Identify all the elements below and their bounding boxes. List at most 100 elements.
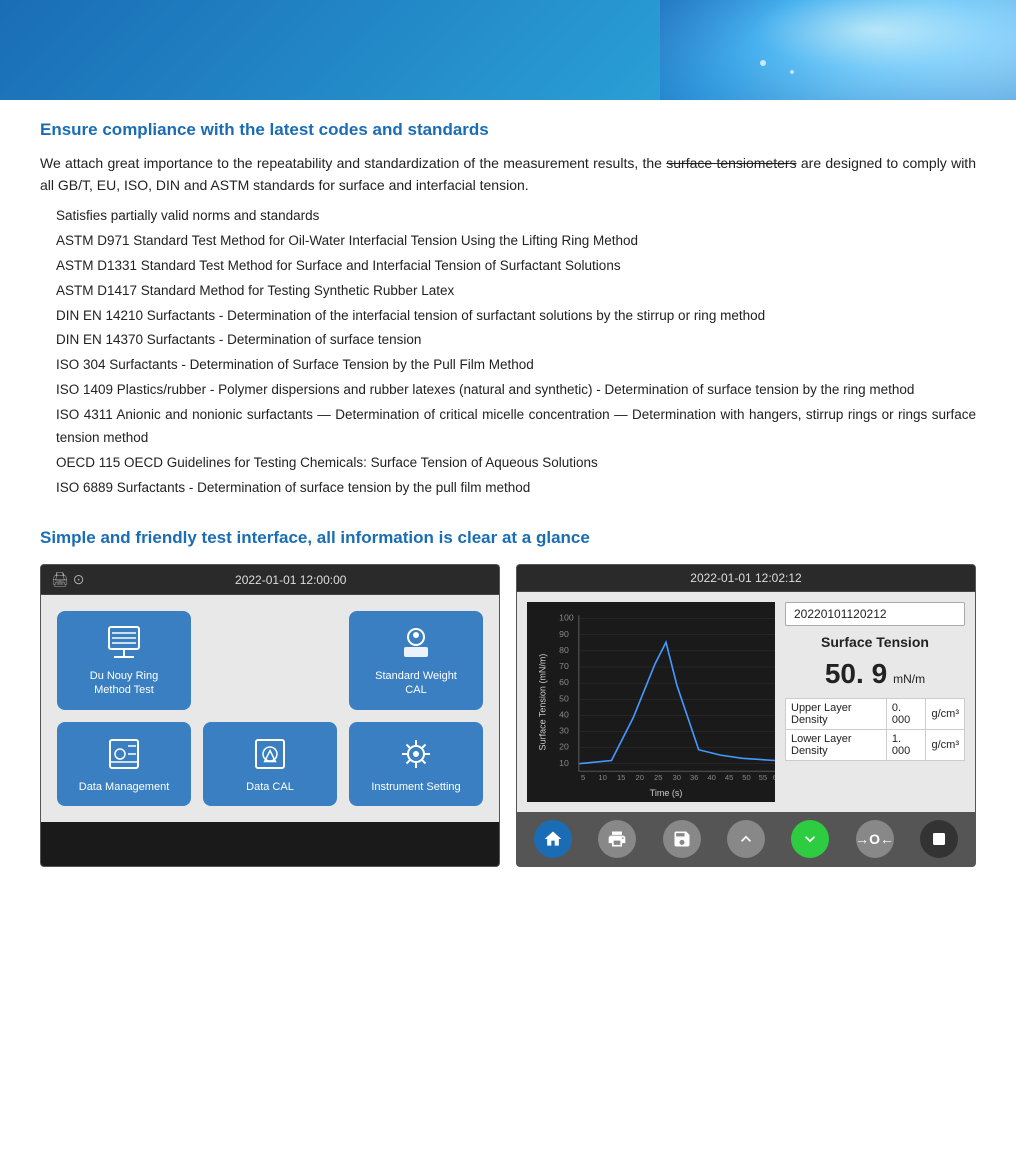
surface-tension-label: Surface Tension [785,634,965,650]
svg-text:70: 70 [559,661,569,671]
standards-list: Satisfies partially valid norms and stan… [40,205,976,500]
svg-text:40: 40 [559,710,569,720]
svg-text:30: 30 [673,773,681,782]
ring-icon [99,623,149,663]
water-bubble-1 [760,60,766,66]
upper-density-unit: g/cm³ [926,699,965,730]
data-cal-label: Data CAL [246,780,294,794]
svg-text:80: 80 [559,645,569,655]
interface-section: Simple and friendly test interface, all … [40,528,976,867]
chart-area: Surface Tension (mN/m) 100 90 80 70 [527,602,775,802]
main-content: Ensure compliance with the latest codes … [0,100,1016,887]
data-management-label: Data Management [79,780,170,794]
partial-valid-note: Satisfies partially valid norms and stan… [56,205,976,228]
du-nouy-label: Du Nouy RingMethod Test [90,669,158,698]
header-image [660,0,1016,100]
lower-density-unit: g/cm³ [926,730,965,761]
y-axis-label: Surface Tension (mN/m) [537,654,547,751]
standard-item-8: ISO 4311 Anionic and nonionic surfactant… [56,404,976,450]
down-arrow-button[interactable] [791,820,829,858]
svg-text:5: 5 [581,773,585,782]
right-panel-header: 2022-01-01 12:02:12 [517,565,975,592]
instrument-icon [391,734,441,774]
density-table: Upper Layer Density 0. 000 g/cm³ Lower L… [785,698,965,761]
right-panel-datetime: 2022-01-01 12:02:12 [527,571,965,585]
svg-text:45: 45 [725,773,733,782]
standard-item-4: DIN EN 14210 Surfactants - Determination… [56,305,976,328]
standard-item-1: ASTM D971 Standard Test Method for Oil-W… [56,230,976,253]
print-button[interactable] [598,820,636,858]
upper-density-value: 0. 000 [886,699,926,730]
printer-icon[interactable]: 🖨 [51,571,69,588]
interface-panels: 🖨 ⊙ 2022-01-01 12:00:00 [40,564,976,867]
upper-density-row: Upper Layer Density 0. 000 g/cm³ [786,699,965,730]
left-panel: 🖨 ⊙ 2022-01-01 12:00:00 [40,564,500,867]
compliance-title: Ensure compliance with the latest codes … [40,120,976,140]
empty-slot [203,611,337,710]
svg-text:36: 36 [690,773,698,782]
svg-text:10: 10 [559,758,569,768]
cloud-icon[interactable]: ⊙ [73,571,85,588]
svg-text:90: 90 [559,629,569,639]
header-banner [0,0,1016,100]
intro-paragraph: We attach great importance to the repeat… [40,152,976,197]
standard-item-6: ISO 304 Surfactants - Determination of S… [56,354,976,377]
left-panel-header: 🖨 ⊙ 2022-01-01 12:00:00 [41,565,499,595]
right-info-panel: 20220101120212 Surface Tension 50. 9 mN/… [785,602,965,802]
standard-item-9: OECD 115 OECD Guidelines for Testing Che… [56,452,976,475]
svg-text:15: 15 [617,773,625,782]
stop-button[interactable] [920,820,958,858]
compliance-section: Ensure compliance with the latest codes … [40,120,976,500]
data-cal-icon: △ [245,734,295,774]
tension-value-row: 50. 9 mN/m [785,658,965,690]
svg-text:10: 10 [598,773,606,782]
svg-text:20: 20 [635,773,643,782]
svg-text:50: 50 [742,773,750,782]
weight-icon [391,623,441,663]
right-panel-nav: →O← [517,812,975,866]
tension-unit: mN/m [893,672,925,686]
lower-density-row: Lower Layer Density 1. 000 g/cm³ [786,730,965,761]
instrument-setting-label: Instrument Setting [371,780,460,794]
y-axis-label-container: Surface Tension (mN/m) [527,602,557,802]
left-panel-icons: 🖨 ⊙ [51,571,85,588]
lower-density-label: Lower Layer Density [786,730,887,761]
svg-text:50: 50 [559,693,569,703]
svg-text:60: 60 [559,677,569,687]
svg-text:30: 30 [559,726,569,736]
svg-text:25: 25 [654,773,662,782]
home-button[interactable] [534,820,572,858]
chart-canvas: 100 90 80 70 60 50 40 30 20 10 [557,610,775,782]
up-arrow-button[interactable] [727,820,765,858]
standard-item-10: ISO 6889 Surfactants - Determination of … [56,477,976,500]
header-blue-bar [0,0,660,100]
standard-weight-button[interactable]: Standard WeightCAL [349,611,483,710]
data-management-button[interactable]: Data Management [57,722,191,806]
standard-item-5: DIN EN 14370 Surfactants - Determination… [56,329,976,352]
left-panel-datetime: 2022-01-01 12:00:00 [93,573,489,587]
upper-density-label: Upper Layer Density [786,699,887,730]
instrument-setting-button[interactable]: Instrument Setting [349,722,483,806]
surface-text: surface tensiometers [666,155,796,171]
svg-text:40: 40 [707,773,715,782]
file-id: 20220101120212 [785,602,965,626]
x-axis-label: Time (s) [557,788,775,798]
lower-density-value: 1. 000 [886,730,926,761]
svg-text:55: 55 [759,773,767,782]
water-bubble-2 [790,70,794,74]
export-button[interactable]: →O← [856,820,894,858]
svg-text:100: 100 [559,613,574,623]
standard-item-3: ASTM D1417 Standard Method for Testing S… [56,280,976,303]
standard-item-2: ASTM D1331 Standard Test Method for Surf… [56,255,976,278]
svg-text:20: 20 [559,742,569,752]
right-panel: 2022-01-01 12:02:12 Surface Tension (mN/… [516,564,976,867]
right-panel-body: Surface Tension (mN/m) 100 90 80 70 [517,592,975,812]
save-button[interactable] [663,820,701,858]
interface-title: Simple and friendly test interface, all … [40,528,976,548]
standard-item-7: ISO 1409 Plastics/rubber - Polymer dispe… [56,379,976,402]
du-nouy-ring-button[interactable]: Du Nouy RingMethod Test [57,611,191,710]
left-panel-body: Du Nouy RingMethod Test [41,595,499,822]
data-cal-button[interactable]: △ Data CAL [203,722,337,806]
tension-value: 50. 9 [825,658,887,690]
data-mgmt-icon [99,734,149,774]
